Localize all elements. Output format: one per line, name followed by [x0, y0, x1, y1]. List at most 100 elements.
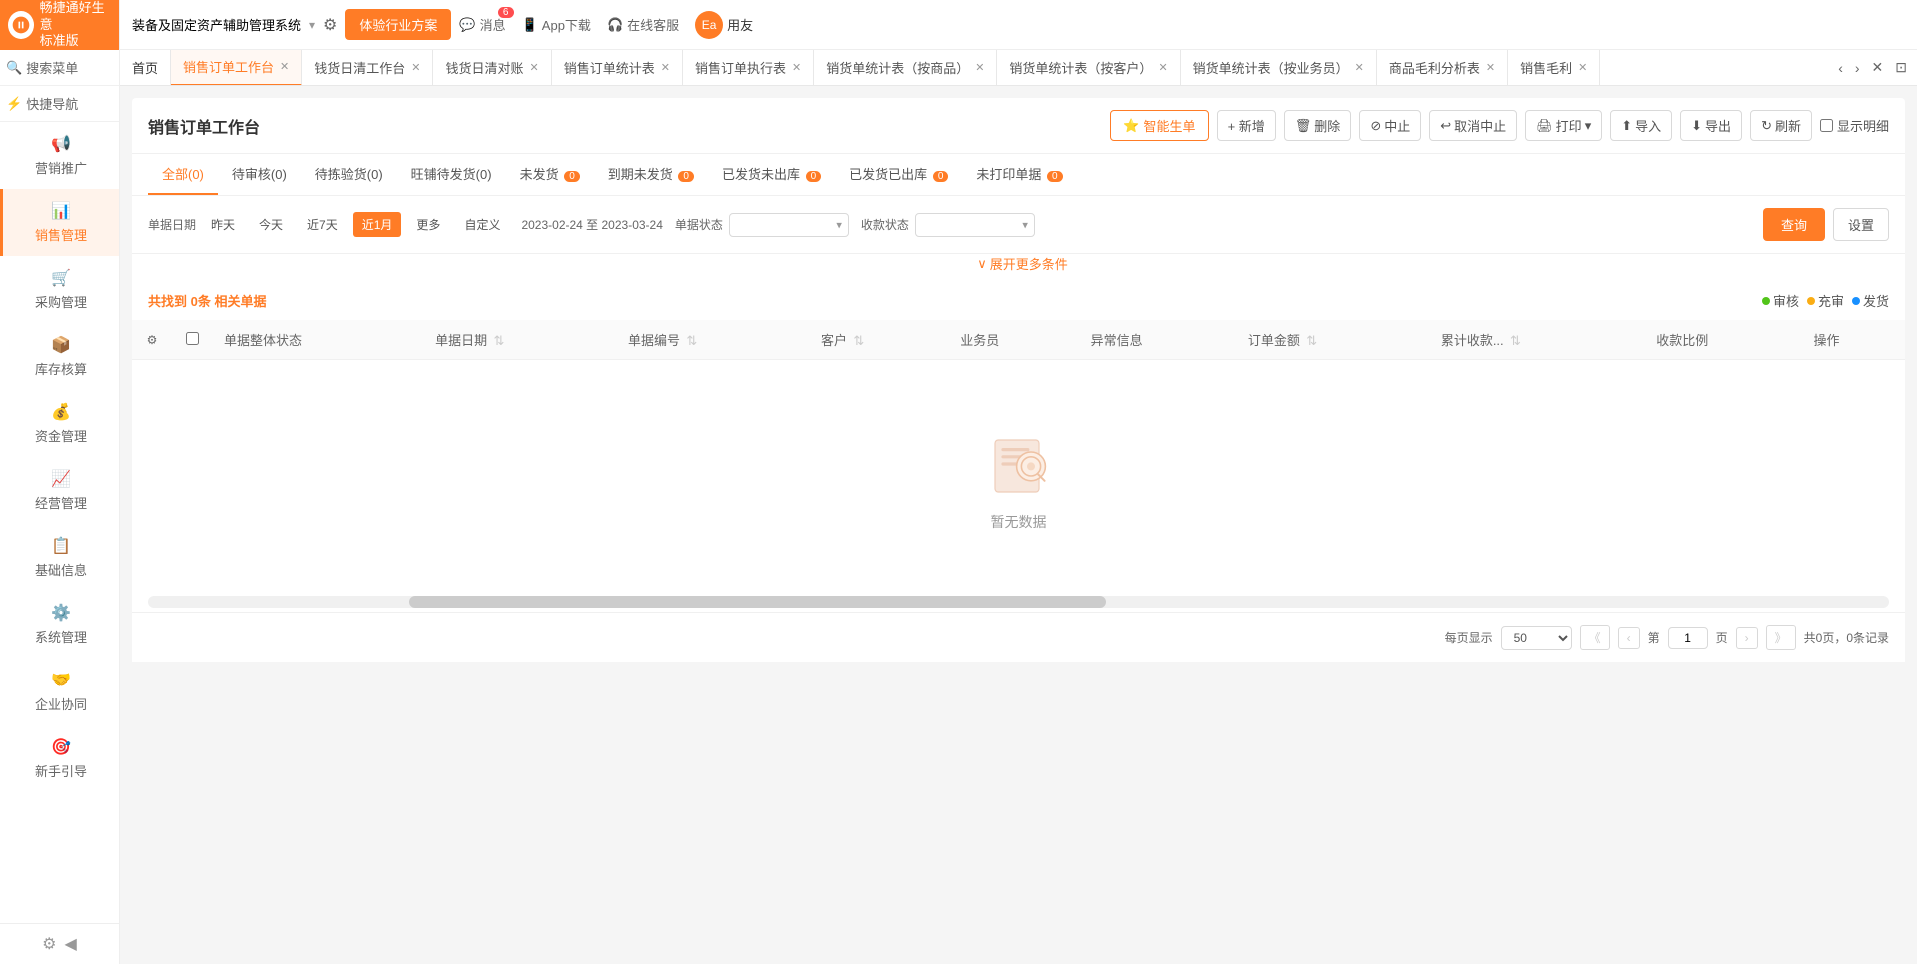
sub-tab-pending-review[interactable]: 待审核(0)	[218, 154, 301, 195]
tab-sales-stats-close[interactable]: ✕	[661, 61, 670, 74]
tab-sales-summary-staff[interactable]: 销货单统计表（按业务员） ✕	[1181, 50, 1377, 86]
show-detail-checkbox[interactable]: 显示明细	[1820, 116, 1889, 135]
tab-home[interactable]: 首页	[120, 50, 171, 86]
tab-sales-summary-staff-close[interactable]: ✕	[1355, 61, 1364, 74]
tab-expand-btn[interactable]: ⊡	[1891, 57, 1911, 78]
export-btn[interactable]: ⬇ 导出	[1680, 110, 1742, 141]
sidebar-item-finance[interactable]: 💰 资金管理	[0, 390, 119, 457]
tab-product-margin[interactable]: 商品毛利分析表 ✕	[1377, 50, 1508, 86]
query-btn[interactable]: 查询	[1763, 208, 1825, 241]
batch-ship-btn[interactable]: 发货	[1852, 291, 1889, 310]
scrollbar-thumb[interactable]	[409, 596, 1105, 608]
industry-btn[interactable]: 体验行业方案	[345, 9, 451, 40]
topbar-gear-icon[interactable]: ⚙	[323, 15, 337, 35]
sub-tab-overdue[interactable]: 到期未发货 0	[594, 154, 708, 195]
tab-next-btn[interactable]: ›	[1851, 58, 1864, 78]
tab-sales-revenue-close[interactable]: ✕	[1578, 61, 1587, 74]
show-detail-input[interactable]	[1820, 119, 1833, 132]
refresh-btn[interactable]: ↻ 刷新	[1750, 110, 1812, 141]
smart-create-btn[interactable]: ⭐ 智能生单	[1110, 110, 1208, 141]
batch-audit-btn[interactable]: 审核	[1762, 291, 1799, 310]
suspend-btn[interactable]: ⊘ 中止	[1359, 110, 1421, 141]
tab-prev-btn[interactable]: ‹	[1834, 58, 1847, 78]
sidebar-item-operations[interactable]: 📈 经营管理	[0, 457, 119, 524]
tab-sales-exec[interactable]: 销售订单执行表 ✕	[683, 50, 814, 86]
sort-amount-icon[interactable]: ⇅	[1306, 333, 1317, 348]
page-prev-btn[interactable]: ‹	[1618, 627, 1640, 649]
th-date[interactable]: 单据日期 ⇅	[423, 320, 616, 360]
sort-collected-icon[interactable]: ⇅	[1510, 333, 1521, 348]
date-btn-today[interactable]: 今天	[250, 212, 292, 237]
tab-sales-exec-close[interactable]: ✕	[792, 61, 801, 74]
tab-sales-stats[interactable]: 销售订单统计表 ✕	[552, 50, 683, 86]
sort-date-icon[interactable]: ⇅	[493, 333, 504, 348]
sub-tab-not-printed[interactable]: 未打印单据 0	[962, 154, 1076, 195]
cancel-suspend-btn[interactable]: ↩ 取消中止	[1429, 110, 1517, 141]
page-size-select[interactable]: 10 20 50 100	[1501, 626, 1572, 650]
th-amount[interactable]: 订单金额 ⇅	[1236, 320, 1429, 360]
import-btn[interactable]: ⬆ 导入	[1610, 110, 1672, 141]
tab-sales-summary-customer[interactable]: 销货单统计表（按客户） ✕	[997, 50, 1180, 86]
select-all-checkbox[interactable]	[186, 332, 199, 345]
tab-product-margin-close[interactable]: ✕	[1486, 61, 1495, 74]
app-download-btn[interactable]: 📱 App下载	[522, 15, 591, 34]
date-btn-1month[interactable]: 近1月	[353, 212, 402, 237]
th-checkbox[interactable]	[172, 320, 212, 360]
tab-cash-daily-close[interactable]: ✕	[411, 61, 420, 74]
sidebar-item-system[interactable]: ⚙️ 系统管理	[0, 591, 119, 658]
tab-sales-summary-customer-close[interactable]: ✕	[1158, 61, 1167, 74]
th-settings[interactable]: ⚙	[132, 320, 172, 360]
tab-cash-daily[interactable]: 钱货日清工作台 ✕	[302, 50, 433, 86]
date-btn-7days[interactable]: 近7天	[298, 212, 347, 237]
payment-select[interactable]	[915, 213, 1035, 237]
print-btn[interactable]: 🖨 打印 ▾	[1525, 110, 1602, 141]
tab-sales-summary-product-close[interactable]: ✕	[975, 61, 984, 74]
th-customer[interactable]: 客户 ⇅	[809, 320, 948, 360]
delete-btn[interactable]: 🗑 删除	[1284, 110, 1352, 141]
horizontal-scrollbar[interactable]	[148, 596, 1889, 608]
sidebar-item-basic-info[interactable]: 📋 基础信息	[0, 524, 119, 591]
sub-tab-all[interactable]: 全部(0)	[148, 154, 218, 195]
online-service-btn[interactable]: 🎧 在线客服	[607, 15, 679, 34]
sort-customer-icon[interactable]: ⇅	[853, 333, 864, 348]
add-btn[interactable]: + 新增	[1217, 110, 1276, 141]
setting-btn[interactable]: 设置	[1833, 208, 1889, 241]
page-last-btn[interactable]: 》	[1766, 625, 1796, 650]
sidebar-item-marketing[interactable]: 📢 营销推广	[0, 122, 119, 189]
tab-cash-reconcile-close[interactable]: ✕	[530, 61, 539, 74]
date-btn-yesterday[interactable]: 昨天	[202, 212, 244, 237]
user-area[interactable]: Ea 用友	[695, 11, 753, 39]
tab-sales-workbench[interactable]: 销售订单工作台 ✕	[171, 50, 302, 86]
th-collected[interactable]: 累计收款... ⇅	[1429, 320, 1644, 360]
collapse-sidebar-btn[interactable]: ◀	[65, 934, 77, 954]
sidebar-item-inventory[interactable]: 📦 库存核算	[0, 323, 119, 390]
sub-tab-wangpu[interactable]: 旺铺待发货(0)	[397, 154, 506, 195]
sidebar-item-guide[interactable]: 🎯 新手引导	[0, 725, 119, 792]
sub-tab-not-shipped[interactable]: 未发货 0	[506, 154, 594, 195]
batch-cancel-btn[interactable]: 充审	[1807, 291, 1844, 310]
search-menu-btn[interactable]: 🔍 搜索菜单	[0, 50, 119, 86]
quick-nav-btn[interactable]: ⚡ 快捷导航	[0, 86, 119, 122]
page-next-btn[interactable]: ›	[1736, 627, 1758, 649]
sub-tab-shipped-not-out[interactable]: 已发货未出库 0	[708, 154, 835, 195]
page-input[interactable]	[1668, 627, 1708, 649]
tab-sales-workbench-close[interactable]: ✕	[280, 60, 289, 73]
th-number[interactable]: 单据编号 ⇅	[616, 320, 809, 360]
tab-close-all-btn[interactable]: ✕	[1868, 57, 1888, 78]
tab-sales-revenue[interactable]: 销售毛利 ✕	[1508, 50, 1600, 86]
sort-number-icon[interactable]: ⇅	[686, 333, 697, 348]
sidebar-item-purchase[interactable]: 🛒 采购管理	[0, 256, 119, 323]
message-btn[interactable]: 💬 消息 6	[459, 15, 505, 34]
date-btn-custom[interactable]: 自定义	[455, 212, 509, 237]
tab-cash-reconcile[interactable]: 钱货日清对账 ✕	[433, 50, 551, 86]
date-btn-more[interactable]: 更多	[407, 212, 449, 237]
sub-tab-shipped-out[interactable]: 已发货已出库 0	[835, 154, 962, 195]
settings-bottom-btn[interactable]: ⚙	[42, 934, 56, 954]
sidebar-item-sales[interactable]: 📊 销售管理	[0, 189, 119, 256]
tab-sales-summary-product[interactable]: 销货单统计表（按商品） ✕	[814, 50, 997, 86]
page-first-btn[interactable]: 《	[1580, 625, 1610, 650]
sub-tab-pending-inspect[interactable]: 待拣验货(0)	[301, 154, 397, 195]
expand-more-btn[interactable]: ∨ 展开更多条件	[977, 254, 1068, 273]
status-select[interactable]	[729, 213, 849, 237]
system-dropdown-icon[interactable]: ▾	[309, 18, 315, 32]
